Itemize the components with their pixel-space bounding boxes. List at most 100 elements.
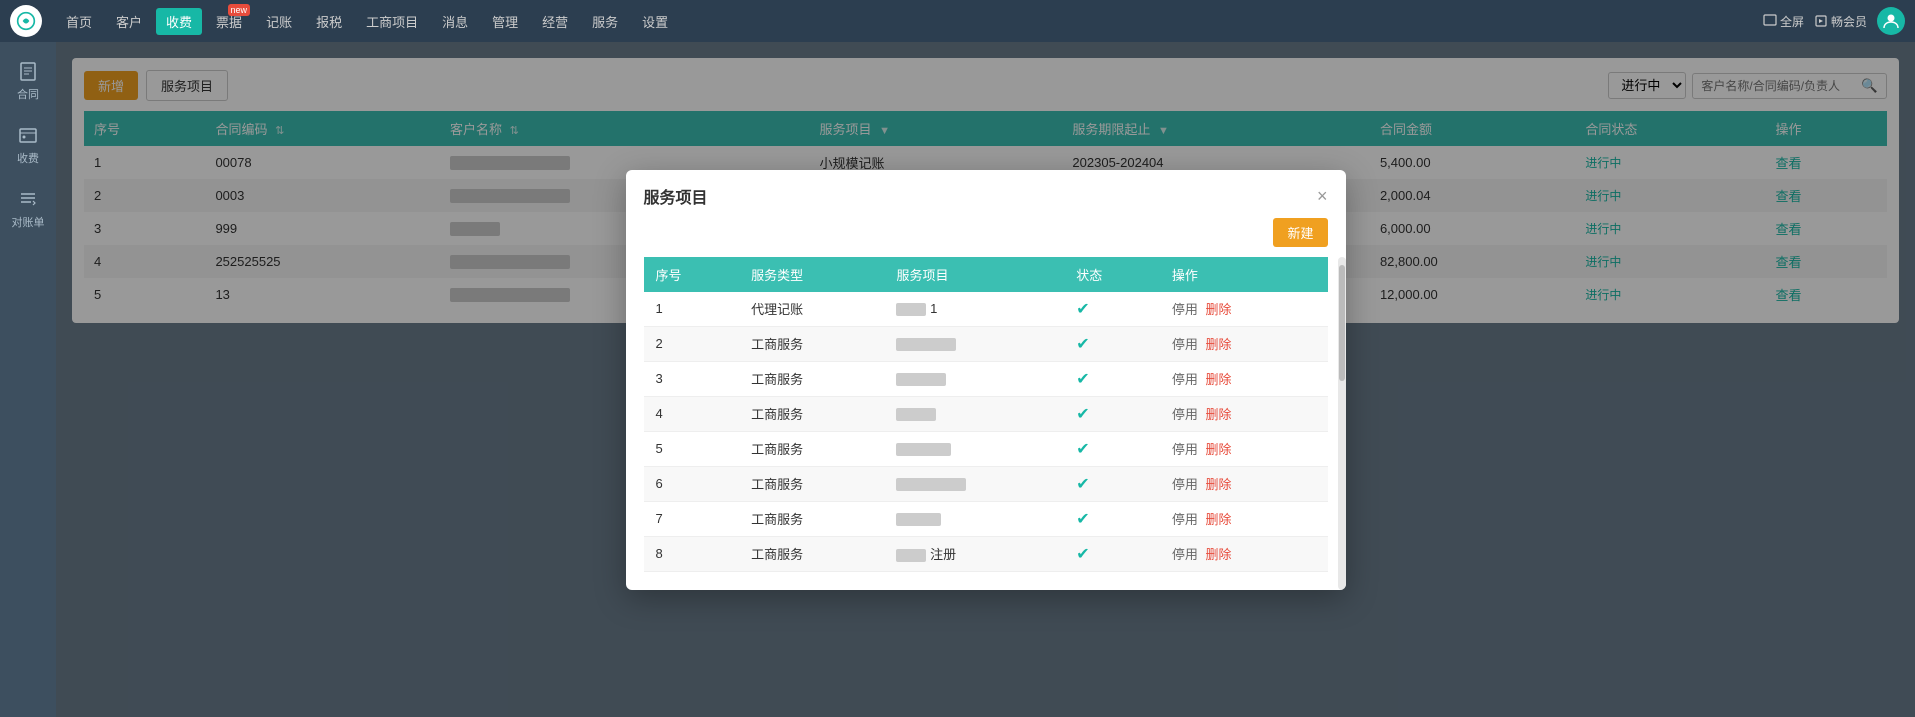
service-item-modal: 服务项目 × 新建 序号 服务类型 服务项目 状态 操作 — [626, 170, 1346, 590]
nav-item-settings[interactable]: 设置 — [632, 8, 678, 35]
scrollbar-track — [1338, 257, 1346, 590]
delete-button[interactable]: 删除 — [1205, 474, 1231, 493]
main-content: 新增 服务项目 进行中 已完成 已终止 🔍 — [56, 42, 1915, 717]
modal-toolbar: 新建 — [626, 218, 1346, 257]
modal-row-no: 1 — [644, 292, 740, 327]
modal-row-item — [884, 361, 1064, 396]
nav-item-invoice[interactable]: 票据 new — [206, 8, 252, 35]
nav-right: 全屏 畅会员 — [1763, 7, 1905, 35]
fee-icon — [17, 124, 39, 146]
nav-item-service[interactable]: 服务 — [582, 8, 628, 35]
delete-button[interactable]: 删除 — [1205, 334, 1231, 353]
delete-button[interactable]: 删除 — [1205, 299, 1231, 318]
modal-row-item — [884, 396, 1064, 431]
modal-row-status: ✔ — [1064, 466, 1160, 501]
modal-row-status: ✔ — [1064, 326, 1160, 361]
main-layout: 合同 收费 对账单 — [0, 42, 1915, 717]
delete-button[interactable]: 删除 — [1205, 544, 1231, 563]
delete-button[interactable]: 删除 — [1205, 509, 1231, 528]
modal-row-type: 工商服务 — [739, 326, 884, 361]
modal-close-button[interactable]: × — [1317, 187, 1328, 205]
modal-table-row: 2 工商服务 ✔ 停用 删除 — [644, 326, 1328, 361]
delete-button[interactable]: 删除 — [1205, 369, 1231, 388]
modal-row-no: 3 — [644, 361, 740, 396]
modal-row-actions: 停用 删除 — [1160, 292, 1328, 327]
modal-row-item — [884, 326, 1064, 361]
nav-item-message[interactable]: 消息 — [432, 8, 478, 35]
modal-table-row: 1 代理记账 1 ✔ 停用 删除 — [644, 292, 1328, 327]
modal-row-no: 6 — [644, 466, 740, 501]
sidebar-item-contract[interactable]: 合同 — [3, 52, 53, 110]
member-button[interactable]: 畅会员 — [1814, 13, 1867, 30]
nav-item-fee[interactable]: 收费 — [156, 8, 202, 35]
modal-row-no: 5 — [644, 431, 740, 466]
modal-row-no: 7 — [644, 501, 740, 536]
modal-header: 服务项目 × — [626, 170, 1346, 218]
app-logo — [10, 5, 42, 37]
disable-button[interactable]: 停用 — [1172, 439, 1198, 458]
disable-button[interactable]: 停用 — [1172, 509, 1198, 528]
modal-col-item: 服务项目 — [884, 257, 1064, 292]
disable-button[interactable]: 停用 — [1172, 474, 1198, 493]
modal-row-actions: 停用 删除 — [1160, 466, 1328, 501]
nav-item-ledger[interactable]: 记账 — [256, 8, 302, 35]
fullscreen-button[interactable]: 全屏 — [1763, 13, 1804, 30]
modal-row-type: 工商服务 — [739, 396, 884, 431]
disable-button[interactable]: 停用 — [1172, 544, 1198, 563]
sidebar-item-fee[interactable]: 收费 — [3, 116, 53, 174]
modal-col-type: 服务类型 — [739, 257, 884, 292]
modal-row-type: 工商服务 — [739, 466, 884, 501]
modal-row-no: 4 — [644, 396, 740, 431]
modal-table-row: 6 工商服务 ✔ 停用 删除 — [644, 466, 1328, 501]
modal-row-status: ✔ — [1064, 361, 1160, 396]
nav-item-manage[interactable]: 管理 — [482, 8, 528, 35]
modal-row-item: 注册 — [884, 536, 1064, 571]
modal-new-button[interactable]: 新建 — [1273, 218, 1327, 247]
modal-row-type: 代理记账 — [739, 292, 884, 327]
modal-row-type: 工商服务 — [739, 536, 884, 571]
modal-row-actions: 停用 删除 — [1160, 396, 1328, 431]
modal-row-status: ✔ — [1064, 501, 1160, 536]
modal-row-no: 2 — [644, 326, 740, 361]
sidebar: 合同 收费 对账单 — [0, 42, 56, 717]
new-badge: new — [228, 4, 251, 16]
modal-row-item: 1 — [884, 292, 1064, 327]
user-avatar[interactable] — [1877, 7, 1905, 35]
nav-item-business[interactable]: 工商项目 — [356, 8, 428, 35]
modal-table-row: 7 工商服务 ✔ 停用 删除 — [644, 501, 1328, 536]
delete-button[interactable]: 删除 — [1205, 439, 1231, 458]
modal-row-status: ✔ — [1064, 396, 1160, 431]
modal-table-row: 4 工商服务 ✔ 停用 删除 — [644, 396, 1328, 431]
modal-col-status: 状态 — [1064, 257, 1160, 292]
modal-table-row: 3 工商服务 ✔ 停用 删除 — [644, 361, 1328, 396]
delete-button[interactable]: 删除 — [1205, 404, 1231, 423]
reconcile-icon — [17, 188, 39, 210]
modal-row-actions: 停用 删除 — [1160, 326, 1328, 361]
disable-button[interactable]: 停用 — [1172, 369, 1198, 388]
nav-item-tax[interactable]: 报税 — [306, 8, 352, 35]
modal-col-action: 操作 — [1160, 257, 1328, 292]
modal-row-type: 工商服务 — [739, 431, 884, 466]
modal-row-status: ✔ — [1064, 536, 1160, 571]
scrollbar-thumb[interactable] — [1339, 265, 1345, 382]
modal-row-actions: 停用 删除 — [1160, 536, 1328, 571]
nav-item-home[interactable]: 首页 — [56, 8, 102, 35]
modal-row-actions: 停用 删除 — [1160, 431, 1328, 466]
nav-item-client[interactable]: 客户 — [106, 8, 152, 35]
modal-table-row: 5 工商服务 ✔ 停用 删除 — [644, 431, 1328, 466]
top-navigation: 首页 客户 收费 票据 new 记账 报税 工商项目 消息 管理 经营 服务 设… — [0, 0, 1915, 42]
modal-col-no: 序号 — [644, 257, 740, 292]
modal-row-type: 工商服务 — [739, 501, 884, 536]
nav-item-finance[interactable]: 经营 — [532, 8, 578, 35]
modal-row-type: 工商服务 — [739, 361, 884, 396]
disable-button[interactable]: 停用 — [1172, 334, 1198, 353]
sidebar-item-reconcile[interactable]: 对账单 — [3, 180, 53, 238]
contract-icon — [17, 60, 39, 82]
modal-title: 服务项目 — [644, 184, 708, 208]
modal-row-item — [884, 431, 1064, 466]
modal-row-status: ✔ — [1064, 431, 1160, 466]
modal-row-status: ✔ — [1064, 292, 1160, 327]
modal-row-actions: 停用 删除 — [1160, 361, 1328, 396]
disable-button[interactable]: 停用 — [1172, 299, 1198, 318]
disable-button[interactable]: 停用 — [1172, 404, 1198, 423]
